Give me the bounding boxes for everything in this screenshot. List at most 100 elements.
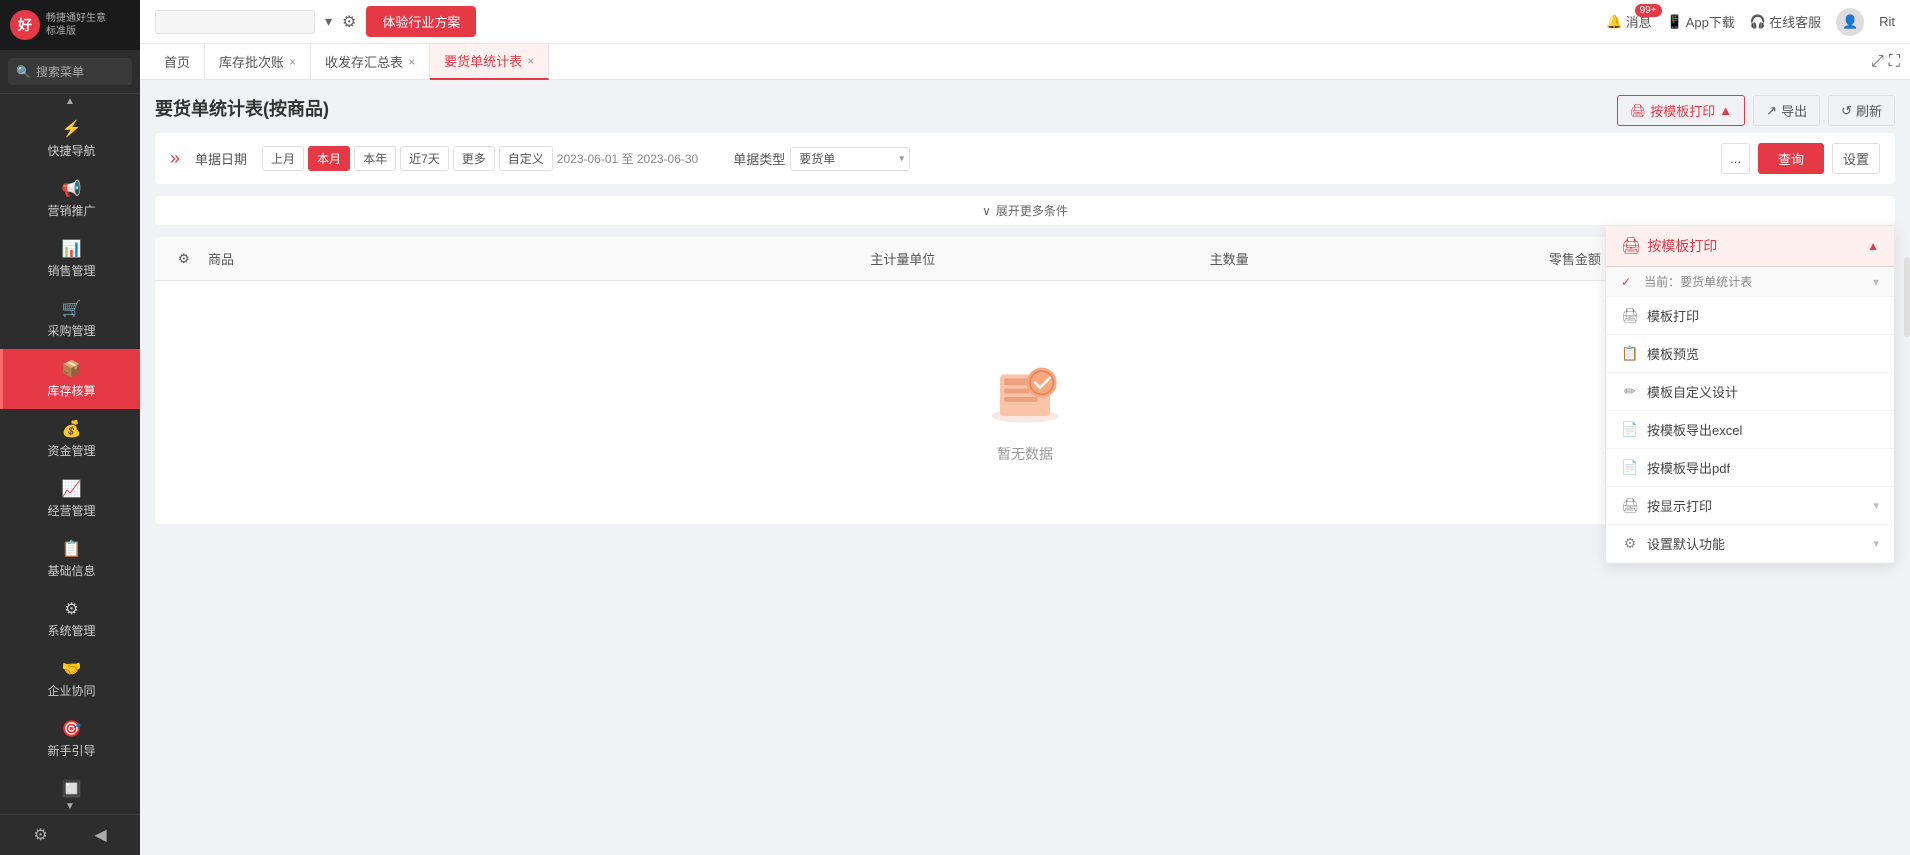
dropdown-title: 🖨 按模板打印 bbox=[1621, 236, 1717, 256]
basic-icon: 📋 bbox=[62, 539, 82, 559]
column-settings-button[interactable]: 设置 bbox=[1832, 143, 1880, 174]
empty-text: 暂无数据 bbox=[997, 444, 1053, 464]
collab-icon: 🤝 bbox=[62, 659, 82, 679]
current-chevron-icon: ▾ bbox=[1873, 275, 1879, 289]
dropdown-header-icon: 🖨 bbox=[1621, 236, 1641, 256]
experience-button[interactable]: 体验行业方案 bbox=[366, 6, 476, 37]
app-name: 畅捷通好生意 标准版 bbox=[46, 12, 106, 38]
default-func-arrow: ▾ bbox=[1873, 537, 1879, 550]
notifications-button[interactable]: 🔔 消息 99+ bbox=[1606, 12, 1651, 31]
sidebar-footer: ⚙ ◀ bbox=[0, 814, 140, 855]
sidebar-item-basic[interactable]: 📋 基础信息 bbox=[0, 529, 140, 589]
dropdown-item-default-func[interactable]: ⚙ 设置默认功能 ▾ bbox=[1606, 525, 1894, 563]
avatar-icon: 👤 bbox=[1842, 14, 1858, 30]
export-button[interactable]: ↗ 导出 bbox=[1753, 95, 1820, 126]
sales-icon: 📊 bbox=[62, 239, 82, 259]
quick-nav-icon: ⚡ bbox=[62, 119, 82, 139]
sidebar-item-purchase[interactable]: 🛒 采购管理 bbox=[0, 289, 140, 349]
date-custom-button[interactable]: 自定义 bbox=[499, 146, 553, 171]
search-menu-button[interactable]: 🔍 搜索菜单 bbox=[8, 58, 132, 85]
tab-order-stats[interactable]: 要货单统计表 × bbox=[430, 44, 549, 80]
topbar-search-input[interactable] bbox=[155, 10, 315, 34]
sidebar-item-quick-nav[interactable]: ⚡ 快捷导航 bbox=[0, 109, 140, 169]
scroll-indicator[interactable] bbox=[1904, 257, 1910, 337]
refresh-button[interactable]: ↺ 刷新 bbox=[1828, 95, 1895, 126]
guide-icon: 🎯 bbox=[62, 719, 82, 739]
date-this-year-button[interactable]: 本年 bbox=[354, 146, 396, 171]
table-header-unit: 主计量单位 bbox=[862, 245, 1201, 272]
app-icon: 📱 bbox=[1667, 14, 1683, 30]
scroll-up[interactable]: ▲ bbox=[0, 94, 140, 109]
topbar-gear-icon[interactable]: ⚙ bbox=[342, 12, 356, 32]
sidebar-navigation: ⚡ 快捷导航 📢 营销推广 📊 销售管理 🛒 采购管理 📦 库存核算 💰 资金管… bbox=[0, 109, 140, 799]
tab-receipt-summary-close[interactable]: × bbox=[408, 55, 415, 69]
appstore-icon: 🔲 bbox=[62, 779, 82, 799]
topbar-dropdown-arrow[interactable]: ▾ bbox=[325, 13, 332, 30]
app-download-button[interactable]: 📱 App下载 bbox=[1667, 12, 1735, 31]
dropdown-close-chevron[interactable]: ▲ bbox=[1867, 239, 1879, 253]
scroll-down[interactable]: ▼ bbox=[0, 799, 140, 814]
date-range-text: 2023-06-01 至 2023-06-30 bbox=[557, 150, 698, 167]
sidebar-item-collab[interactable]: 🤝 企业协同 bbox=[0, 649, 140, 709]
sidebar-item-marketing[interactable]: 📢 营销推广 bbox=[0, 169, 140, 229]
tabbar-fullscreen-button[interactable]: ⛶ bbox=[1889, 53, 1900, 71]
expand-more-conditions[interactable]: ∨ 展开更多条件 bbox=[155, 196, 1895, 225]
more-dots-button[interactable]: ... bbox=[1721, 143, 1750, 174]
search-icon: 🔍 bbox=[16, 65, 31, 79]
sidebar-item-guide[interactable]: 🎯 新手引导 bbox=[0, 709, 140, 769]
table-header-gear[interactable]: ⚙ bbox=[170, 247, 200, 271]
type-select-wrapper: 要货单 bbox=[790, 147, 910, 171]
template-preview-icon: 📋 bbox=[1621, 345, 1639, 362]
tab-home[interactable]: 首页 bbox=[150, 44, 205, 80]
filter-action-buttons: ... 查询 设置 bbox=[1721, 143, 1880, 174]
topbar: ▾ ⚙ 体验行业方案 🔔 消息 99+ 📱 App下载 🎧 在线客服 👤 Rit bbox=[140, 0, 1910, 44]
dropdown-item-template-print[interactable]: 🖨 模板打印 bbox=[1606, 297, 1894, 335]
marketing-icon: 📢 bbox=[62, 179, 82, 199]
type-select[interactable]: 要货单 bbox=[790, 147, 910, 171]
dropdown-item-template-preview[interactable]: 📋 模板预览 bbox=[1606, 335, 1894, 373]
dropdown-item-template-design[interactable]: ✏ 模板自定义设计 bbox=[1606, 373, 1894, 411]
tab-inventory-batch-close[interactable]: × bbox=[289, 55, 296, 69]
dropdown-item-display-print[interactable]: 🖨 按显示打印 ▾ bbox=[1606, 487, 1894, 525]
date-last7days-button[interactable]: 近7天 bbox=[400, 146, 449, 171]
sidebar-item-sales[interactable]: 📊 销售管理 bbox=[0, 229, 140, 289]
default-func-icon: ⚙ bbox=[1621, 535, 1639, 552]
tab-bar: 首页 库存批次账 × 收发存汇总表 × 要货单统计表 × ⤢ ⛶ bbox=[140, 44, 1910, 80]
printer-icon: 🖨 bbox=[1630, 103, 1647, 119]
collapse-icon: ◀ bbox=[94, 827, 106, 844]
tabbar-expand-button[interactable]: ⤢ bbox=[1871, 53, 1884, 71]
date-more-button[interactable]: 更多 bbox=[453, 146, 495, 171]
user-avatar[interactable]: 👤 bbox=[1836, 8, 1864, 36]
export-pdf-icon: 📄 bbox=[1621, 459, 1639, 476]
date-filter-group: 上月 本月 本年 近7天 更多 自定义 2023-06-01 至 2023-06… bbox=[262, 146, 698, 171]
sidebar-item-appstore[interactable]: 🔲 应用中心 bbox=[0, 769, 140, 799]
online-service-button[interactable]: 🎧 在线客服 bbox=[1750, 12, 1821, 31]
page-content-area: 要货单统计表(按商品) 🖨 按模板打印 ▲ ↗ 导出 ↺ 刷新 » 单据日期 上… bbox=[140, 80, 1910, 855]
system-icon: ⚙ bbox=[64, 599, 78, 619]
tab-order-stats-close[interactable]: × bbox=[527, 54, 534, 68]
sidebar-collapse-button[interactable]: ◀ bbox=[94, 825, 106, 845]
sidebar-settings-button[interactable]: ⚙ bbox=[33, 825, 47, 845]
sidebar-item-operations[interactable]: 📈 经营管理 bbox=[0, 469, 140, 529]
chevron-up-icon: ▲ bbox=[1719, 103, 1732, 118]
dropdown-item-export-excel[interactable]: 📄 按模板导出excel bbox=[1606, 411, 1894, 449]
sidebar-item-system[interactable]: ⚙ 系统管理 bbox=[0, 589, 140, 649]
date-this-month-button[interactable]: 本月 bbox=[308, 146, 350, 171]
sidebar-search-area: 🔍 搜索菜单 bbox=[0, 50, 140, 94]
dropdown-header: 🖨 按模板打印 ▲ bbox=[1606, 226, 1894, 267]
sidebar-item-finance[interactable]: 💰 资金管理 bbox=[0, 409, 140, 469]
dropdown-item-export-pdf[interactable]: 📄 按模板导出pdf bbox=[1606, 449, 1894, 487]
username-label[interactable]: Rit bbox=[1879, 14, 1895, 29]
filter-toggle-button[interactable]: » bbox=[170, 148, 180, 169]
inventory-icon: 📦 bbox=[62, 359, 82, 379]
app-logo: 好 畅捷通好生意 标准版 bbox=[0, 0, 140, 50]
sidebar-item-inventory[interactable]: 📦 库存核算 bbox=[0, 349, 140, 409]
page-actions-bar: 🖨 按模板打印 ▲ ↗ 导出 ↺ 刷新 bbox=[1617, 95, 1895, 126]
bell-icon: 🔔 bbox=[1606, 14, 1622, 30]
tab-receipt-summary[interactable]: 收发存汇总表 × bbox=[311, 44, 430, 80]
date-last-month-button[interactable]: 上月 bbox=[262, 146, 304, 171]
sidebar: 好 畅捷通好生意 标准版 🔍 搜索菜单 ▲ ⚡ 快捷导航 📢 营销推广 📊 销售… bbox=[0, 0, 140, 855]
tab-inventory-batch[interactable]: 库存批次账 × bbox=[205, 44, 311, 80]
print-template-button[interactable]: 🖨 按模板打印 ▲ bbox=[1617, 95, 1745, 126]
query-button[interactable]: 查询 bbox=[1758, 143, 1824, 174]
